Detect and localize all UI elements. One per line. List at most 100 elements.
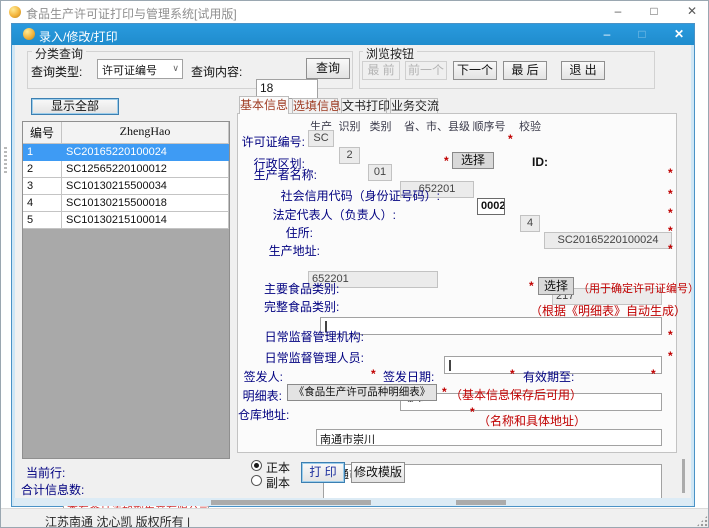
window-title: 食品生产许可证打印与管理系统[试用版] <box>26 5 237 22</box>
grid-row[interactable]: 5 SC10130215100014 <box>23 212 229 229</box>
minimize-icon[interactable]: – <box>609 4 627 18</box>
residence-input[interactable]: 南通市崇川 <box>316 429 662 446</box>
close-icon[interactable]: ✕ <box>683 4 701 18</box>
required-marker: * <box>508 132 513 146</box>
tab-basic-info[interactable]: 基本信息 <box>239 96 289 114</box>
production-address-label: 生产地址: <box>264 242 320 259</box>
radio-original[interactable] <box>251 460 262 471</box>
seg-header-sequence: 顺序号 <box>469 118 509 134</box>
grid-row[interactable]: 3 SC10130215500034 <box>23 178 229 195</box>
query-type-select[interactable]: 许可证编号 ∨ <box>97 59 183 79</box>
license-seg-flag: 2 <box>339 147 360 164</box>
producer-name-input[interactable] <box>320 317 662 335</box>
grid-row[interactable]: 4 SC10130215500018 <box>23 195 229 212</box>
required-marker: * <box>510 367 515 381</box>
id-label: ID: <box>532 155 548 169</box>
print-button[interactable]: 打 印 <box>301 462 345 483</box>
required-marker: * <box>668 224 673 238</box>
detail-table-hint: （基本信息保存后可用） <box>450 386 582 403</box>
supervision-staff-label: 日常监督管理人员: <box>244 349 364 366</box>
required-marker: * <box>529 279 534 293</box>
required-marker: * <box>668 187 673 201</box>
grid-row-selected[interactable]: 1 SC20165220100024 <box>23 144 229 161</box>
tab-optional-info[interactable]: 选填信息 <box>292 98 338 113</box>
license-number-label: 许可证编号: <box>238 133 305 150</box>
license-seg-sequence-input[interactable]: 0002 <box>477 198 505 215</box>
supervision-org-label: 日常监督管理机构: <box>244 328 364 345</box>
dialog-icon[interactable] <box>23 28 35 40</box>
required-marker: * <box>668 206 673 220</box>
chevron-down-icon: ∨ <box>172 63 179 73</box>
tab-doc-print[interactable]: 文书打印 <box>341 98 387 113</box>
dialog-minimize-icon[interactable]: – <box>597 27 617 41</box>
seg-header-identify: 识别 <box>337 118 362 134</box>
last-button[interactable]: 最 后 <box>503 61 547 80</box>
query-type-value: 许可证编号 <box>98 60 182 79</box>
required-marker: * <box>371 367 376 381</box>
resize-grip[interactable] <box>696 515 708 527</box>
cell-code: SC10130215500034 <box>62 178 229 195</box>
app-icon[interactable] <box>9 6 21 18</box>
seg-header-check: 校验 <box>514 118 546 134</box>
license-seg-sc: SC <box>308 130 334 147</box>
first-button[interactable]: 最 前 <box>362 61 400 80</box>
cell-no: 2 <box>23 161 62 178</box>
legal-rep-label: 法定代表人（负责人）: <box>244 206 396 223</box>
query-content-label: 查询内容: <box>191 63 242 80</box>
grid-row[interactable]: 2 SC12565220100012 <box>23 161 229 178</box>
license-seg-check: 4 <box>520 215 540 232</box>
main-category-select-button[interactable]: 选择 <box>538 277 574 295</box>
prev-button[interactable]: 前一个 <box>405 61 447 80</box>
horizontal-scrollbar[interactable] <box>14 498 692 506</box>
current-row-label: 当前行: <box>26 464 65 481</box>
radio-copy-label: 副本 <box>266 474 290 491</box>
credit-code-label: 社会信用代码（身份证号码）: <box>244 187 440 204</box>
detail-table-label: 明细表: <box>238 387 282 404</box>
dialog-title: 录入/修改/打印 <box>39 28 118 45</box>
cell-code: SC10130215100014 <box>62 212 229 229</box>
dock-handle <box>4 147 7 173</box>
search-button[interactable]: 查询 <box>306 58 350 79</box>
status-bar: 江苏南通 沈心凯 版权所有 | <box>1 508 709 528</box>
basic-info-tabpage: 生产 识别 类别 省、市、县级 顺序号 校验 许可证编号: SC 2 01 65… <box>237 113 677 453</box>
radio-copy[interactable] <box>251 475 262 486</box>
issuer-label: 签发人: <box>240 368 283 385</box>
warehouse-label: 仓库地址: <box>238 406 276 423</box>
scrollbar-thumb[interactable] <box>456 500 506 505</box>
tab-business-exchange[interactable]: 业务交流 <box>390 98 438 113</box>
dialog-close-icon[interactable]: ✕ <box>669 27 689 41</box>
cell-no: 5 <box>23 212 62 229</box>
status-text: 江苏南通 沈心凯 版权所有 | <box>45 513 190 528</box>
application-window: 食品生产许可证打印与管理系统[试用版] – □ ✕ 录入/修改/打印 – □ ✕… <box>0 0 709 528</box>
required-marker: * <box>442 385 447 399</box>
column-header-zhenghao[interactable]: ZhengHao <box>62 122 229 144</box>
next-button[interactable]: 下一个 <box>453 61 497 80</box>
maximize-icon[interactable]: □ <box>645 4 663 18</box>
producer-name-label: 生产者名称: <box>248 166 317 183</box>
browse-group-title: 浏览按钮 <box>363 45 417 62</box>
required-marker: * <box>668 166 673 180</box>
residence-label: 住所: <box>280 224 313 241</box>
cell-code: SC12565220100012 <box>62 161 229 178</box>
issue-date-label: 签发日期: <box>383 368 434 385</box>
required-marker: * <box>651 367 656 381</box>
exit-button[interactable]: 退 出 <box>561 61 605 80</box>
query-type-label: 查询类型: <box>31 63 82 80</box>
required-marker: * <box>444 154 449 168</box>
required-marker: * <box>470 405 475 419</box>
column-header-no[interactable]: 编号 <box>23 122 62 144</box>
district-select-button[interactable]: 选择 <box>452 152 494 169</box>
warehouse-hint: （名称和具体地址） <box>478 412 586 429</box>
show-all-button[interactable]: 显示全部 <box>31 98 119 115</box>
dialog-maximize-icon[interactable]: □ <box>632 27 652 41</box>
scrollbar-thumb[interactable] <box>211 500 371 505</box>
vertical-scrollbar[interactable] <box>682 459 685 493</box>
query-group-title: 分类查询 <box>32 45 86 62</box>
modify-template-button[interactable]: 修改模版 <box>351 462 405 483</box>
cell-no: 3 <box>23 178 62 195</box>
license-seg-class: 01 <box>368 164 392 181</box>
cell-code: SC10130215500018 <box>62 195 229 212</box>
record-grid: 编号 ZhengHao 1 SC20165220100024 2 SC12565… <box>22 121 230 459</box>
detail-table-button[interactable]: 《食品生产许可品种明细表》 <box>287 384 437 401</box>
text-cursor <box>449 360 451 371</box>
